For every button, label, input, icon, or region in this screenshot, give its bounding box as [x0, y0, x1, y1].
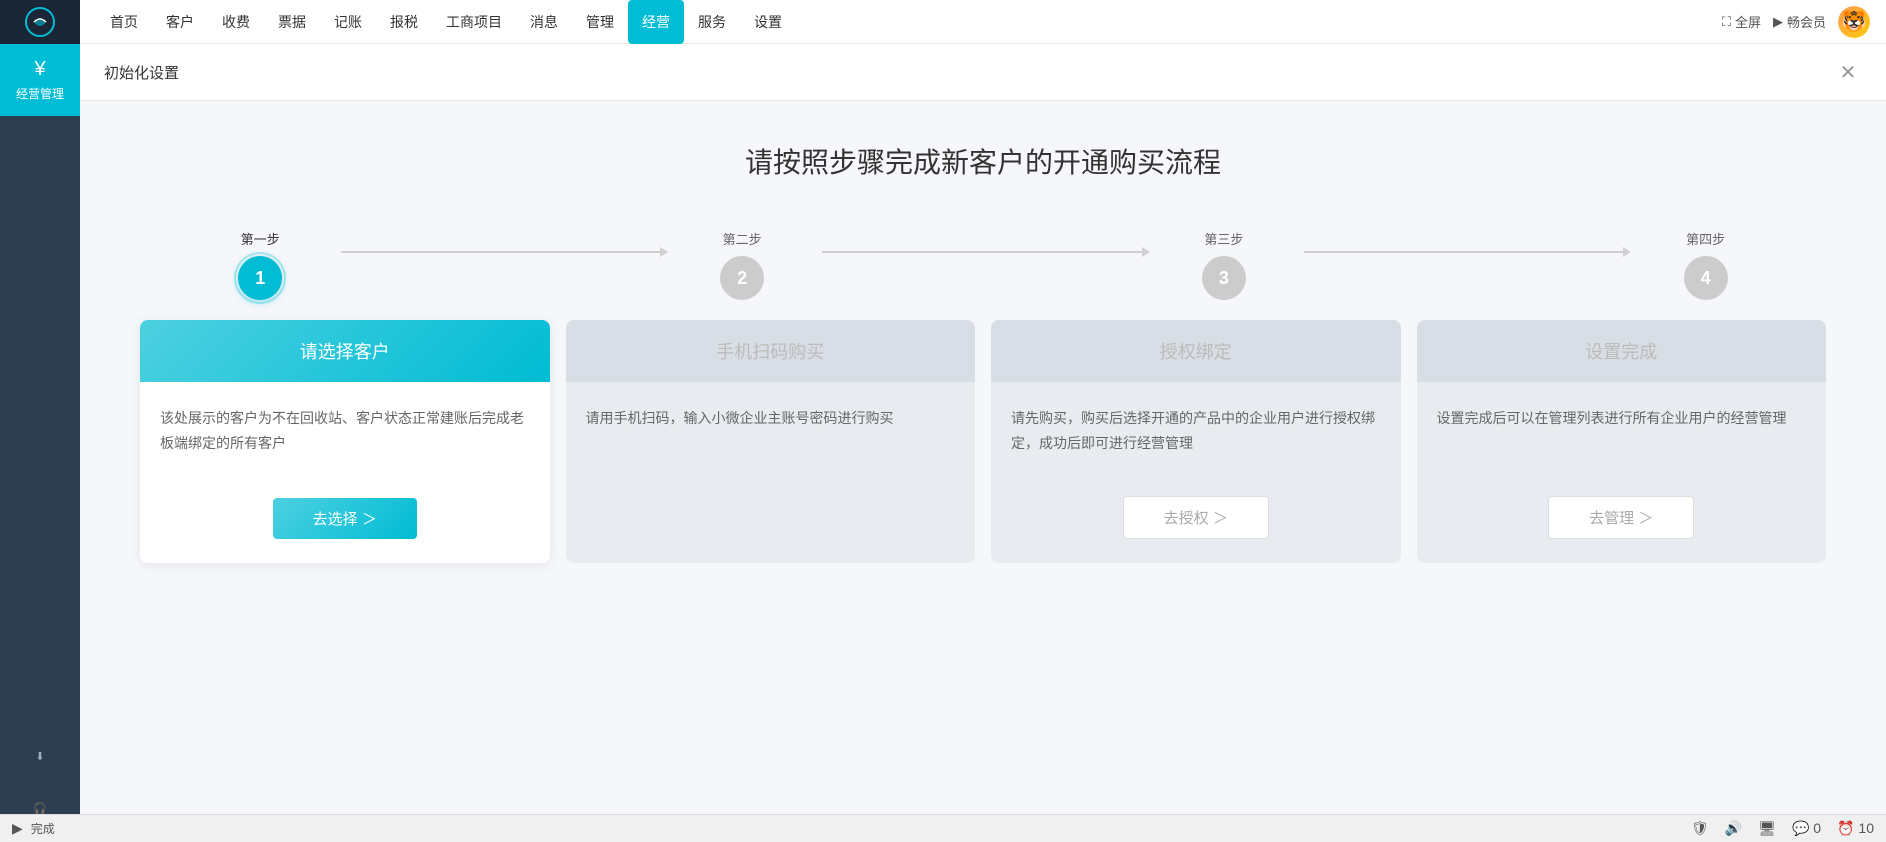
card-footer-1: 去选择 ＞	[140, 482, 550, 563]
step-connector-1	[341, 251, 662, 253]
vip-btn[interactable]: ▶ 畅会员	[1773, 12, 1826, 31]
card-header-4: 设置完成	[1417, 320, 1827, 382]
nav-business[interactable]: 工商项目	[432, 0, 516, 44]
page-header: 初始化设置 ✕	[80, 44, 1886, 101]
step-label-4: 第四步	[1686, 229, 1725, 248]
card-body-3: 请先购买，购买后选择开通的产品中的企业用户进行授权绑定，成功后即可进行经营管理	[991, 382, 1401, 480]
headset-icon: 🎧	[33, 802, 47, 815]
step-item-4: 第四步 4	[1625, 229, 1786, 300]
step-label-1: 第一步	[241, 229, 280, 248]
sidebar: ¥ 经营管理 ⬇ 🎧	[0, 0, 80, 842]
step-label-3: 第三步	[1204, 229, 1243, 248]
go-select-button[interactable]: 去选择 ＞	[273, 498, 417, 539]
main-content: 初始化设置 ✕ 请按照步骤完成新客户的开通购买流程 第一步 1 第二步 2	[80, 44, 1886, 814]
card-body-2: 请用手机扫码，输入小微企业主账号密码进行购买	[566, 382, 976, 523]
avatar[interactable]: 🐯	[1838, 6, 1870, 38]
step-item-1: 第一步 1	[180, 229, 341, 300]
go-manage-button[interactable]: 去管理 ＞	[1548, 496, 1694, 539]
vip-label: 畅会员	[1787, 12, 1826, 31]
step-connector-2	[822, 251, 1143, 253]
nav-operation[interactable]: 经营	[628, 0, 684, 44]
close-button[interactable]: ✕	[1834, 58, 1862, 86]
shield-status-icon: 🛡	[1691, 820, 1709, 837]
fullscreen-label: 全屏	[1735, 12, 1761, 31]
card-body-4: 设置完成后可以在管理列表进行所有企业用户的经营管理	[1417, 382, 1827, 480]
nav-manage[interactable]: 管理	[572, 0, 628, 44]
download-icon: ⬇	[35, 750, 44, 763]
step-label-2: 第二步	[723, 229, 762, 248]
step-card-3: 授权绑定 请先购买，购买后选择开通的产品中的企业用户进行授权绑定，成功后即可进行…	[991, 320, 1401, 563]
steps-row: 第一步 1 第二步 2 第三步 3	[140, 229, 1826, 300]
step-card-2: 手机扫码购买 请用手机扫码，输入小微企业主账号密码进行购买	[566, 320, 976, 563]
card-footer-3: 去授权 ＞	[991, 480, 1401, 563]
nav-fee[interactable]: 收费	[208, 0, 264, 44]
nav-settings[interactable]: 设置	[740, 0, 796, 44]
step-circle-2: 2	[720, 256, 764, 300]
nav-message[interactable]: 消息	[516, 0, 572, 44]
card-body-1: 该处展示的客户为不在回收站、客户状态正常建账后完成老板端绑定的所有客户	[140, 382, 550, 482]
step-connector-3	[1304, 251, 1625, 253]
sidebar-logo	[0, 0, 80, 44]
nav-tax[interactable]: 报税	[376, 0, 432, 44]
step-circle-3: 3	[1202, 256, 1246, 300]
play-icon: ▶	[1773, 14, 1783, 30]
go-authorize-button[interactable]: 去授权 ＞	[1123, 496, 1269, 539]
time-icon: ⏰ 10	[1837, 820, 1874, 837]
fullscreen-icon: ⛶	[1722, 14, 1731, 30]
step-circle-1: 1	[238, 256, 282, 300]
message-count: 💬 0	[1792, 820, 1821, 837]
step-item-2: 第二步 2	[662, 229, 823, 300]
cards-row: 请选择客户 该处展示的客户为不在回收站、客户状态正常建账后完成老板端绑定的所有客…	[140, 320, 1826, 563]
wizard-title: 请按照步骤完成新客户的开通购买流程	[140, 141, 1826, 181]
card-footer-4: 去管理 ＞	[1417, 480, 1827, 563]
fullscreen-btn[interactable]: ⛶ 全屏	[1722, 12, 1761, 31]
yuan-icon: ¥	[34, 58, 45, 81]
top-nav: 首页 客户 收费 票据 记账 报税 工商项目 消息 管理 经营 服务 设置 ⛶ …	[80, 0, 1886, 44]
sidebar-item-jingying[interactable]: ¥ 经营管理	[0, 44, 80, 116]
card-header-1: 请选择客户	[140, 320, 550, 382]
step-card-1: 请选择客户 该处展示的客户为不在回收站、客户状态正常建账后完成老板端绑定的所有客…	[140, 320, 550, 563]
nav-invoice[interactable]: 票据	[264, 0, 320, 44]
status-bar: ▶ 完成 🛡 🔊 🖥 💬 0 ⏰ 10	[0, 814, 1886, 842]
card-header-2: 手机扫码购买	[566, 320, 976, 382]
volume-icon: 🔊	[1725, 820, 1742, 837]
nav-service[interactable]: 服务	[684, 0, 740, 44]
sidebar-download[interactable]: ⬇	[10, 732, 70, 780]
nav-home[interactable]: 首页	[96, 0, 152, 44]
monitor-icon: 🖥	[1758, 820, 1776, 837]
step-card-4: 设置完成 设置完成后可以在管理列表进行所有企业用户的经营管理 去管理 ＞	[1417, 320, 1827, 563]
page-title: 初始化设置	[104, 62, 179, 83]
status-play-icon: ▶	[12, 820, 23, 837]
card-footer-2	[566, 523, 976, 563]
nav-accounting[interactable]: 记账	[320, 0, 376, 44]
status-text: 完成	[31, 820, 55, 837]
step-item-3: 第三步 3	[1144, 229, 1305, 300]
card-header-3: 授权绑定	[991, 320, 1401, 382]
top-nav-right: ⛶ 全屏 ▶ 畅会员 🐯	[1722, 6, 1870, 38]
sidebar-item-label: 经营管理	[16, 85, 64, 102]
nav-customer[interactable]: 客户	[152, 0, 208, 44]
step-circle-4: 4	[1684, 256, 1728, 300]
wizard-area: 请按照步骤完成新客户的开通购买流程 第一步 1 第二步 2	[80, 101, 1886, 603]
status-bar-right: 🛡 🔊 🖥 💬 0 ⏰ 10	[1691, 820, 1874, 837]
